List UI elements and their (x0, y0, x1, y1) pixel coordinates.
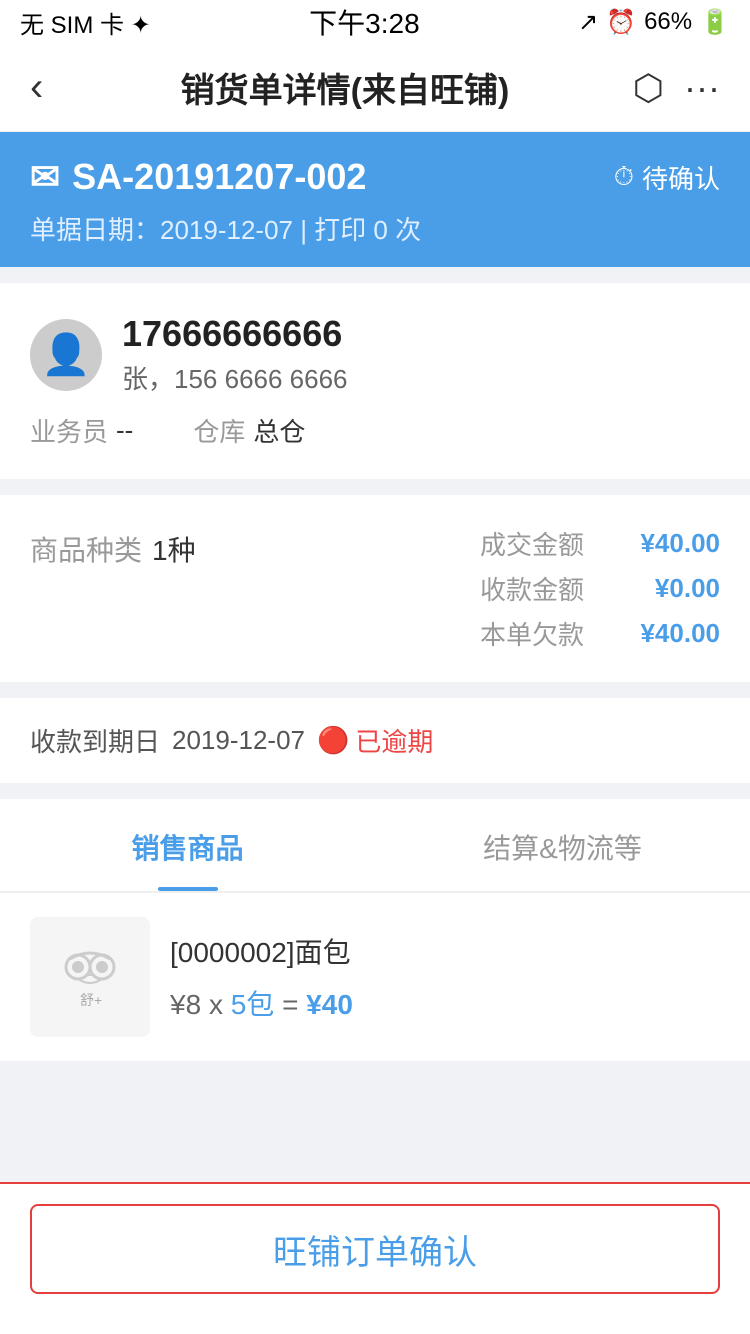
battery-text: 66% (644, 8, 692, 36)
customer-phone: 17666666666 (122, 313, 348, 355)
amount-label: 成交金额 (480, 525, 584, 562)
battery-icon: 🔋 (700, 8, 730, 37)
warehouse-label: 仓库 (193, 412, 245, 449)
amount-value: ¥40.00 (600, 528, 720, 559)
bottom-bar: 旺铺订单确认 (0, 1182, 750, 1334)
tab-sales-label: 销售商品 (131, 833, 243, 864)
overdue-text: 已逾期 (355, 722, 433, 759)
confirm-order-button[interactable]: 旺铺订单确认 (30, 1204, 720, 1294)
overdue-icon: 🔴 (317, 725, 349, 756)
customer-detail-row: 业务员 -- 仓库 总仓 (30, 412, 720, 449)
nav-actions: ⬡ ··· (600, 67, 720, 109)
customer-info: 17666666666 张，156 6666 6666 (122, 313, 348, 396)
customer-name: 张，156 6666 6666 (122, 359, 348, 396)
receipt-label: 收款金额 (480, 570, 584, 607)
location-icon: ↗ (578, 8, 598, 37)
sim-text: 无 SIM 卡 ✦ (20, 5, 151, 40)
tab-settlement[interactable]: 结算&物流等 (375, 799, 750, 891)
product-qty: 5包 (231, 989, 275, 1020)
page-title: 销货单详情(来自旺铺) (90, 63, 600, 112)
status-left: 无 SIM 卡 ✦ (20, 5, 151, 40)
due-date-value: 2019-12-07 (172, 725, 305, 756)
order-header: ✉ SA-20191207-002 ⏱ 待确认 单据日期：2019-12-07 … (0, 132, 750, 267)
back-button[interactable]: ‹ (30, 65, 90, 110)
warehouse-item: 仓库 总仓 (193, 412, 305, 449)
salesperson-value: -- (116, 415, 133, 446)
category-value: 1种 (152, 529, 196, 569)
product-price-row: ¥8 x 5包 = ¥40 (170, 983, 720, 1023)
product-item: 舒+ [0000002]面包 ¥8 x 5包 = ¥40 (0, 892, 750, 1061)
balance-value: ¥40.00 (600, 618, 720, 649)
equals-sign: = (282, 989, 306, 1020)
product-total: ¥40 (306, 989, 353, 1020)
order-id-text: SA-20191207-002 (72, 156, 366, 198)
due-date-label: 收款到期日 (30, 722, 160, 759)
tabs-container: 销售商品 结算&物流等 舒+ [0000002]面包 (0, 799, 750, 1061)
order-header-top: ✉ SA-20191207-002 ⏱ 待确认 (30, 156, 720, 198)
product-details: [0000002]面包 ¥8 x 5包 = ¥40 (170, 931, 720, 1023)
product-price: ¥8 (170, 989, 201, 1020)
avatar-icon: 👤 (41, 331, 91, 378)
category-info: 商品种类 1种 (30, 525, 196, 569)
avatar: 👤 (30, 319, 102, 391)
overdue-badge: 🔴 已逾期 (317, 722, 433, 759)
confirm-order-label: 旺铺订单确认 (273, 1225, 477, 1274)
receipt-row: 收款金额 ¥0.00 (480, 570, 720, 607)
order-date: 单据日期：2019-12-07 | 打印 0 次 (30, 210, 720, 247)
customer-card: 👤 17666666666 张，156 6666 6666 业务员 -- 仓库 … (0, 283, 750, 479)
tab-settlement-label: 结算&物流等 (483, 833, 642, 864)
svg-text:舒+: 舒+ (80, 992, 102, 1008)
product-name: [0000002]面包 (170, 931, 720, 971)
receipt-value: ¥0.00 (600, 573, 720, 604)
balance-label: 本单欠款 (480, 615, 584, 652)
status-badge: ⏱ 待确认 (614, 159, 720, 196)
nav-bar: ‹ 销货单详情(来自旺铺) ⬡ ··· (0, 44, 750, 132)
amount-row: 成交金额 ¥40.00 (480, 525, 720, 562)
share-icon[interactable]: ⬡ (633, 67, 664, 109)
status-right: ↗ ⏰ 66% 🔋 (578, 8, 730, 37)
financial-summary: 成交金额 ¥40.00 收款金额 ¥0.00 本单欠款 ¥40.00 (480, 525, 720, 652)
tab-sales-products[interactable]: 销售商品 (0, 799, 375, 891)
product-thumbnail: 舒+ (30, 917, 150, 1037)
salesperson-label: 业务员 (30, 412, 108, 449)
status-clock-icon: ⏱ (614, 161, 634, 193)
status-time: 下午3:28 (309, 2, 420, 42)
due-date-card: 收款到期日 2019-12-07 🔴 已逾期 (0, 698, 750, 783)
product-owl-icon: 舒+ (50, 931, 130, 1023)
multiply-sign: x (209, 989, 231, 1020)
warehouse-value: 总仓 (253, 412, 305, 449)
balance-row: 本单欠款 ¥40.00 (480, 615, 720, 652)
summary-card: 商品种类 1种 成交金额 ¥40.00 收款金额 ¥0.00 本单欠款 ¥40.… (0, 495, 750, 682)
alarm-icon: ⏰ (606, 8, 636, 37)
customer-row: 👤 17666666666 张，156 6666 6666 (30, 313, 720, 396)
tabs-row: 销售商品 结算&物流等 (0, 799, 750, 892)
order-id: ✉ SA-20191207-002 (30, 156, 366, 198)
status-bar: 无 SIM 卡 ✦ 下午3:28 ↗ ⏰ 66% 🔋 (0, 0, 750, 44)
category-label: 商品种类 (30, 529, 142, 569)
order-icon: ✉ (30, 156, 60, 198)
salesperson-item: 业务员 -- (30, 412, 133, 449)
status-text: 待确认 (642, 159, 720, 196)
more-icon[interactable]: ··· (684, 67, 720, 109)
